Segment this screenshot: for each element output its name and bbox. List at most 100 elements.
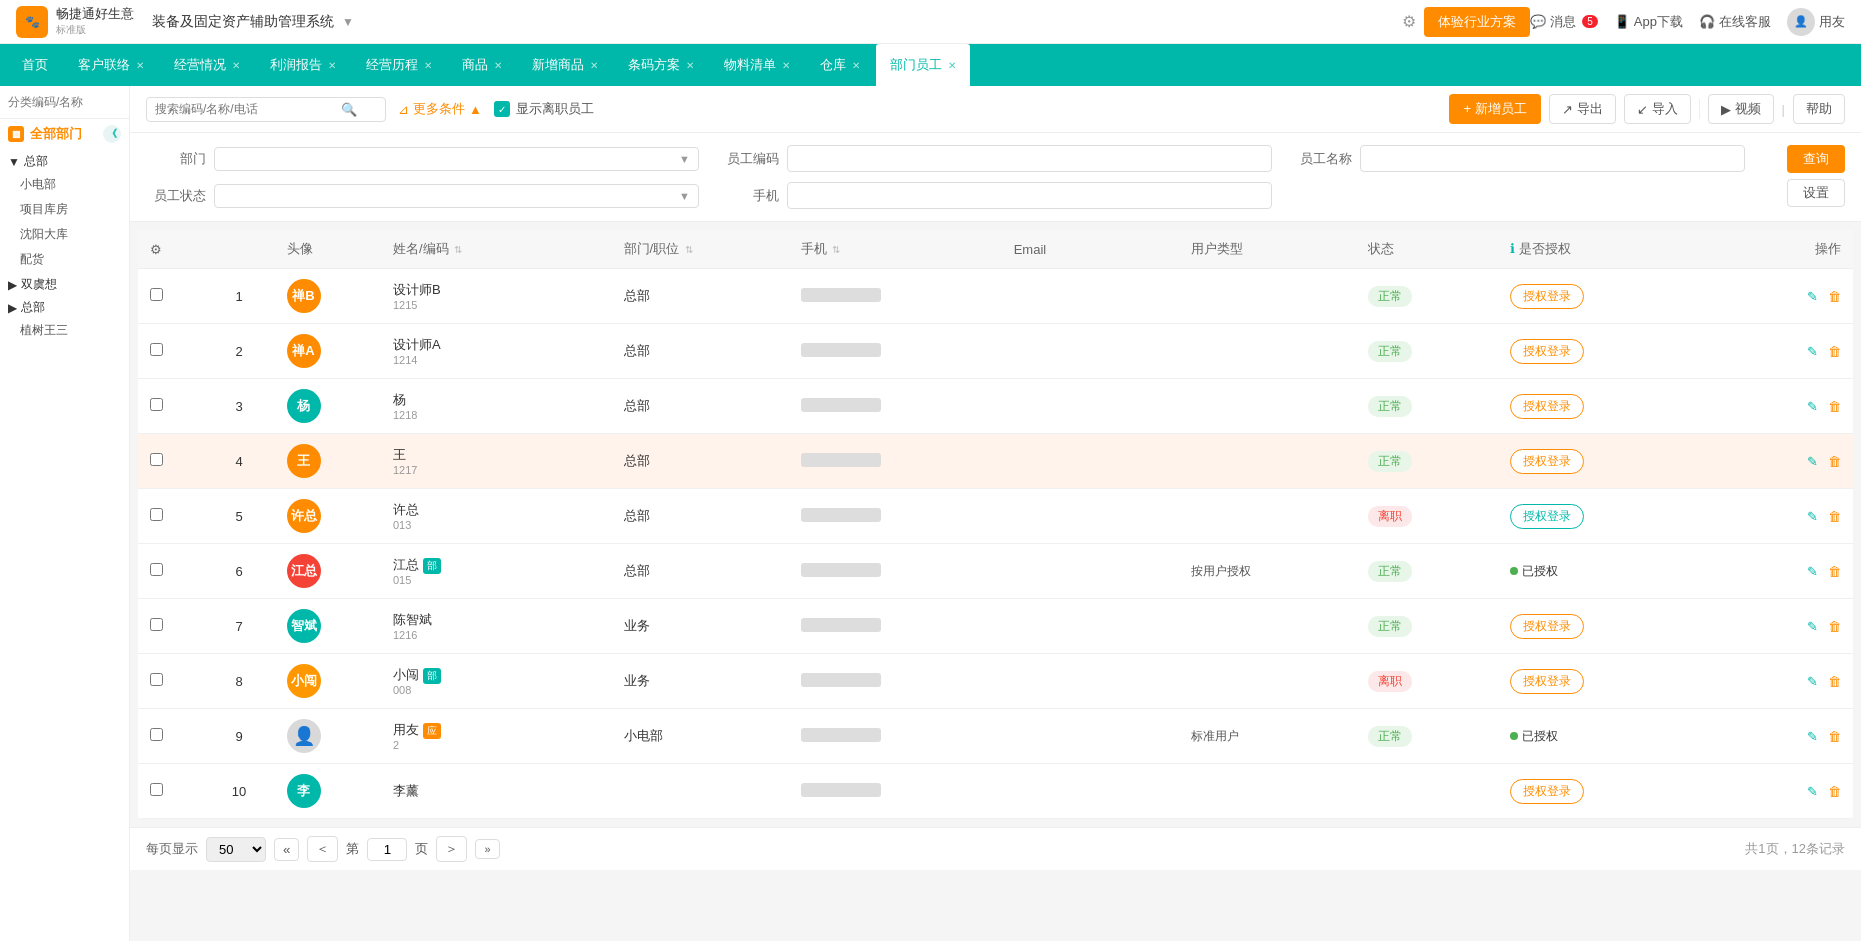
nav-item-new-goods[interactable]: 新增商品 ✕ — [518, 44, 612, 86]
edit-icon[interactable]: ✎ — [1807, 619, 1818, 634]
edit-icon[interactable]: ✎ — [1807, 399, 1818, 414]
dropdown-arrow-icon[interactable]: ▼ — [342, 15, 354, 29]
app-download-button[interactable]: 📱 App下载 — [1614, 13, 1683, 31]
col-name[interactable]: 姓名/编码 ⇅ — [381, 230, 612, 269]
next-page-button[interactable]: ＞ — [436, 836, 467, 862]
row-auth[interactable]: 授权登录 — [1498, 489, 1711, 544]
nav-item-barcode[interactable]: 条码方案 ✕ — [614, 44, 708, 86]
prev-page-button[interactable]: ＜ — [307, 836, 338, 862]
nav-item-operation[interactable]: 经营情况 ✕ — [160, 44, 254, 86]
auth-login-button[interactable]: 授权登录 — [1510, 394, 1584, 419]
nav-item-warehouse[interactable]: 仓库 ✕ — [806, 44, 874, 86]
auth-login-button-teal[interactable]: 授权登录 — [1510, 504, 1584, 529]
close-icon[interactable]: ✕ — [424, 60, 432, 71]
add-employee-button[interactable]: + 新增员工 — [1449, 94, 1540, 124]
nav-item-goods[interactable]: 商品 ✕ — [448, 44, 516, 86]
online-service-button[interactable]: 🎧 在线客服 — [1699, 13, 1771, 31]
delete-icon[interactable]: 🗑 — [1828, 289, 1841, 304]
row-checkbox[interactable] — [138, 709, 204, 764]
row-checkbox[interactable] — [138, 764, 204, 819]
edit-icon[interactable]: ✎ — [1807, 674, 1818, 689]
last-page-button[interactable]: » — [475, 839, 499, 859]
dept-dropdown[interactable]: ▼ — [214, 147, 699, 171]
emp-name-input[interactable] — [1360, 145, 1745, 172]
sidebar-item-shenyang[interactable]: 沈阳大库 — [0, 222, 129, 247]
close-icon[interactable]: ✕ — [136, 60, 144, 71]
row-auth[interactable]: 授权登录 — [1498, 764, 1711, 819]
edit-icon[interactable]: ✎ — [1807, 564, 1818, 579]
edit-icon[interactable]: ✎ — [1807, 289, 1818, 304]
auth-login-button[interactable]: 授权登录 — [1510, 669, 1584, 694]
delete-icon[interactable]: 🗑 — [1828, 454, 1841, 469]
row-checkbox[interactable] — [138, 379, 204, 434]
sidebar-group-zongbu2[interactable]: ▶ 总部 — [0, 295, 129, 318]
row-auth[interactable]: 授权登录 — [1498, 269, 1711, 324]
row-auth[interactable]: 授权登录 — [1498, 324, 1711, 379]
close-icon[interactable]: ✕ — [686, 60, 694, 71]
edit-icon[interactable]: ✎ — [1807, 729, 1818, 744]
delete-icon[interactable]: 🗑 — [1828, 344, 1841, 359]
page-number-input[interactable] — [367, 838, 407, 861]
col-settings[interactable]: ⚙ — [138, 230, 204, 269]
delete-icon[interactable]: 🗑 — [1828, 729, 1841, 744]
sidebar-item-project[interactable]: 项目库房 — [0, 197, 129, 222]
sidebar-group-shuangxiang[interactable]: ▶ 双虞想 — [0, 272, 129, 295]
phone-input[interactable] — [787, 182, 1272, 209]
row-auth[interactable]: 授权登录 — [1498, 654, 1711, 709]
close-icon[interactable]: ✕ — [328, 60, 336, 71]
view-button[interactable]: ▶ 视频 — [1708, 94, 1774, 124]
row-auth[interactable]: 已授权 — [1498, 709, 1711, 764]
import-button[interactable]: ↙ 导入 — [1624, 94, 1691, 124]
edit-icon[interactable]: ✎ — [1807, 344, 1818, 359]
delete-icon[interactable]: 🗑 — [1828, 399, 1841, 414]
nav-item-profit[interactable]: 利润报告 ✕ — [256, 44, 350, 86]
query-button[interactable]: 查询 — [1787, 145, 1845, 173]
row-checkbox[interactable] — [138, 544, 204, 599]
delete-icon[interactable]: 🗑 — [1828, 674, 1841, 689]
sidebar-search-input[interactable] — [8, 95, 130, 109]
row-checkbox[interactable] — [138, 324, 204, 379]
sidebar-item-xiaodian[interactable]: 小电部 — [0, 172, 129, 197]
delete-icon[interactable]: 🗑 — [1828, 784, 1841, 799]
status-dropdown[interactable]: ▼ — [214, 184, 699, 208]
close-icon[interactable]: ✕ — [232, 60, 240, 71]
delete-icon[interactable]: 🗑 — [1828, 619, 1841, 634]
nav-item-customer[interactable]: 客户联络 ✕ — [64, 44, 158, 86]
auth-login-button[interactable]: 授权登录 — [1510, 284, 1584, 309]
close-icon[interactable]: ✕ — [590, 60, 598, 71]
row-checkbox[interactable] — [138, 654, 204, 709]
delete-icon[interactable]: 🗑 — [1828, 509, 1841, 524]
settings-button[interactable]: ⚙ — [1402, 12, 1416, 31]
close-icon[interactable]: ✕ — [494, 60, 502, 71]
collapse-button[interactable]: 《 — [103, 125, 121, 143]
nav-item-employee[interactable]: 部门员工 ✕ — [876, 44, 970, 86]
edit-icon[interactable]: ✎ — [1807, 784, 1818, 799]
sidebar-item-zhishu[interactable]: 植树王三 — [0, 318, 129, 343]
search-input[interactable] — [155, 102, 335, 116]
close-icon[interactable]: ✕ — [948, 60, 956, 71]
row-checkbox[interactable] — [138, 489, 204, 544]
export-button[interactable]: ↗ 导出 — [1549, 94, 1616, 124]
row-auth[interactable]: 授权登录 — [1498, 434, 1711, 489]
message-button[interactable]: 💬 消息 5 — [1530, 13, 1598, 31]
sidebar-item-peihuo[interactable]: 配货 — [0, 247, 129, 272]
auth-login-button[interactable]: 授权登录 — [1510, 449, 1584, 474]
edit-icon[interactable]: ✎ — [1807, 454, 1818, 469]
help-button[interactable]: 帮助 — [1793, 94, 1845, 124]
row-checkbox[interactable] — [138, 434, 204, 489]
sidebar-all-dept[interactable]: ▦ 全部部门 《 — [0, 119, 129, 149]
auth-login-button[interactable]: 授权登录 — [1510, 614, 1584, 639]
col-dept[interactable]: 部门/职位 ⇅ — [612, 230, 789, 269]
close-icon[interactable]: ✕ — [852, 60, 860, 71]
user-menu[interactable]: 👤 用友 — [1787, 8, 1845, 36]
sidebar-group-zongbu[interactable]: ▼ 总部 — [0, 149, 129, 172]
emp-code-input[interactable] — [787, 145, 1272, 172]
delete-icon[interactable]: 🗑 — [1828, 564, 1841, 579]
setting-button[interactable]: 设置 — [1787, 179, 1845, 207]
auth-login-button[interactable]: 授权登录 — [1510, 779, 1584, 804]
row-auth[interactable]: 授权登录 — [1498, 599, 1711, 654]
nav-item-history[interactable]: 经营历程 ✕ — [352, 44, 446, 86]
show-resigned-checkbox[interactable]: ✓ 显示离职员工 — [494, 100, 594, 118]
edit-icon[interactable]: ✎ — [1807, 509, 1818, 524]
trial-button[interactable]: 体验行业方案 — [1424, 7, 1530, 37]
